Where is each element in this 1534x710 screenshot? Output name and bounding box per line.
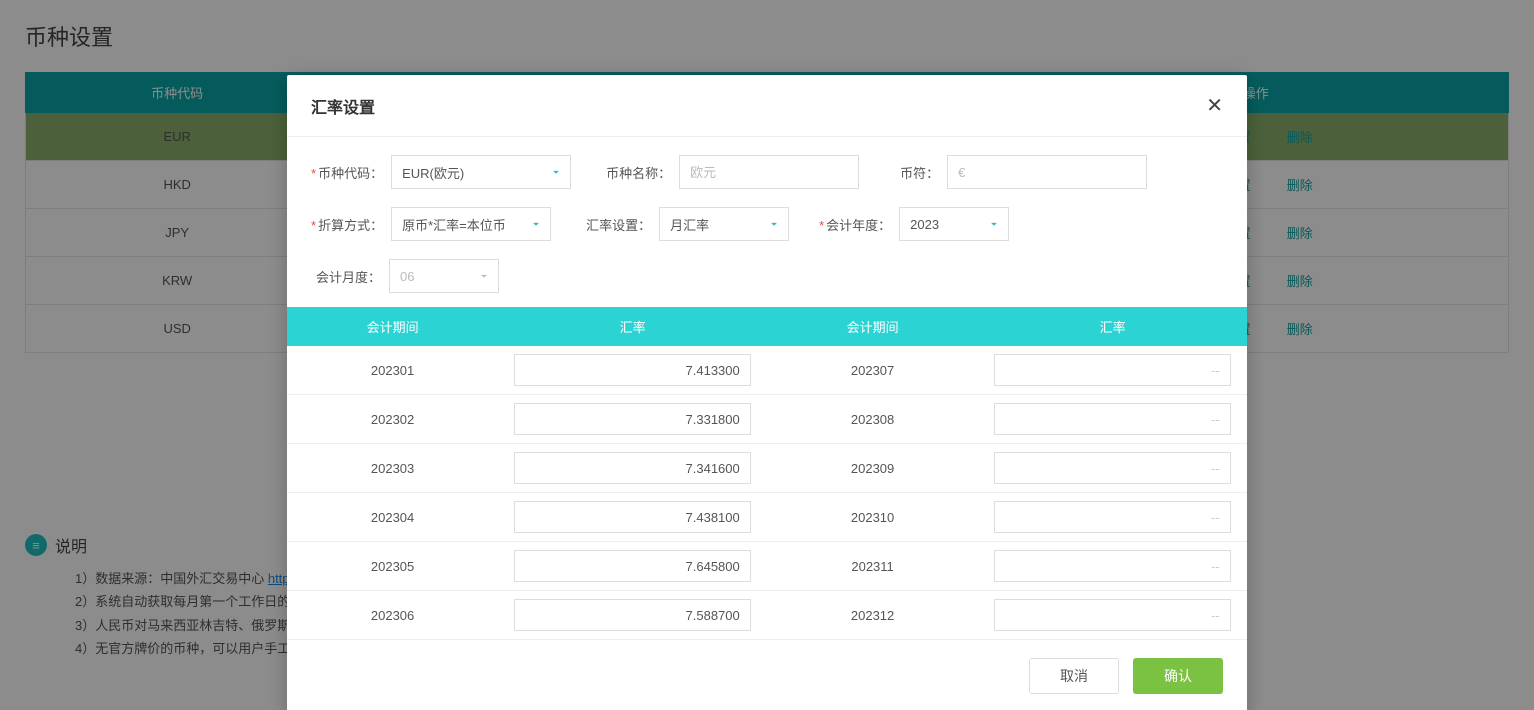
rate-input[interactable] bbox=[994, 354, 1230, 386]
label-year: 会计年度： bbox=[819, 215, 891, 234]
currency-symbol-input[interactable] bbox=[947, 155, 1147, 189]
rate-table: 会计期间 汇率 会计期间 汇率 202301 202307 202302 202308… bbox=[287, 307, 1247, 640]
close-icon[interactable]: ✕ bbox=[1206, 93, 1223, 118]
rate-row: 202303 202309 bbox=[287, 444, 1247, 493]
rate-row: 202304 202310 bbox=[287, 493, 1247, 542]
rate-row: 202305 202311 bbox=[287, 542, 1247, 591]
rate-input[interactable] bbox=[514, 550, 750, 582]
period-cell: 202309 bbox=[767, 444, 978, 493]
label-convert: 折算方式： bbox=[311, 215, 383, 234]
rate-modal: 汇率设置 ✕ 币种代码： 币种名称： 币符： bbox=[287, 75, 1247, 710]
fiscal-month-select[interactable] bbox=[389, 259, 499, 293]
period-cell: 202302 bbox=[287, 395, 498, 444]
period-cell: 202301 bbox=[287, 346, 498, 395]
th-rate: 汇率 bbox=[978, 307, 1247, 346]
rate-set-select[interactable] bbox=[659, 207, 789, 241]
modal-title: 汇率设置 bbox=[311, 94, 375, 118]
rate-input[interactable] bbox=[994, 501, 1230, 533]
currency-code-select[interactable] bbox=[391, 155, 571, 189]
period-cell: 202303 bbox=[287, 444, 498, 493]
fiscal-year-select[interactable] bbox=[899, 207, 1009, 241]
period-cell: 202306 bbox=[287, 591, 498, 640]
period-cell: 202307 bbox=[767, 346, 978, 395]
label-month: 会计月度： bbox=[311, 267, 381, 286]
th-period: 会计期间 bbox=[287, 307, 498, 346]
period-cell: 202308 bbox=[767, 395, 978, 444]
modal-overlay: 汇率设置 ✕ 币种代码： 币种名称： 币符： bbox=[0, 0, 1534, 710]
th-rate: 汇率 bbox=[498, 307, 767, 346]
label-rate-set: 汇率设置： bbox=[581, 215, 651, 234]
rate-input[interactable] bbox=[994, 599, 1230, 631]
label-code: 币种代码： bbox=[311, 163, 383, 182]
ok-button[interactable]: 确认 bbox=[1133, 658, 1223, 694]
rate-input[interactable] bbox=[514, 403, 750, 435]
currency-name-input[interactable] bbox=[679, 155, 859, 189]
label-name: 币种名称： bbox=[601, 163, 671, 182]
cancel-button[interactable]: 取消 bbox=[1029, 658, 1119, 694]
period-cell: 202305 bbox=[287, 542, 498, 591]
rate-row: 202302 202308 bbox=[287, 395, 1247, 444]
convert-method-select[interactable] bbox=[391, 207, 551, 241]
rate-input[interactable] bbox=[514, 501, 750, 533]
period-cell: 202311 bbox=[767, 542, 978, 591]
rate-input[interactable] bbox=[994, 452, 1230, 484]
rate-input[interactable] bbox=[994, 550, 1230, 582]
rate-row: 202306 202312 bbox=[287, 591, 1247, 640]
period-cell: 202312 bbox=[767, 591, 978, 640]
rate-input[interactable] bbox=[514, 354, 750, 386]
th-period: 会计期间 bbox=[767, 307, 978, 346]
label-symbol: 币符： bbox=[889, 163, 939, 182]
rate-input[interactable] bbox=[994, 403, 1230, 435]
rate-row: 202301 202307 bbox=[287, 346, 1247, 395]
rate-input[interactable] bbox=[514, 599, 750, 631]
period-cell: 202310 bbox=[767, 493, 978, 542]
period-cell: 202304 bbox=[287, 493, 498, 542]
rate-input[interactable] bbox=[514, 452, 750, 484]
